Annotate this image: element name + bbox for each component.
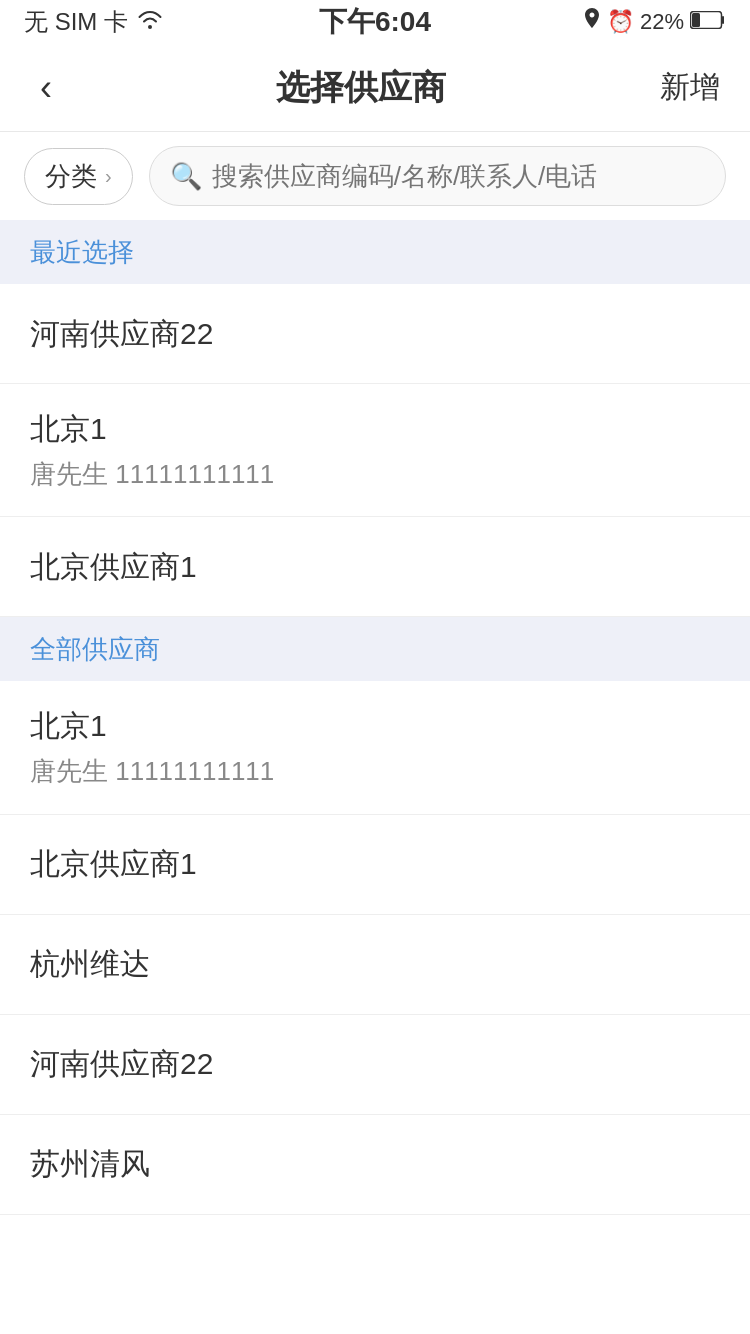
back-button[interactable]: ‹ [30, 57, 62, 119]
list-item[interactable]: 杭州维达 [0, 915, 750, 1015]
search-box[interactable]: 🔍 [149, 146, 726, 206]
recent-list: 河南供应商22 北京1 唐先生 11111111111 北京供应商1 [0, 284, 750, 617]
list-item[interactable]: 河南供应商22 [0, 284, 750, 384]
carrier-label: 无 SIM 卡 [24, 6, 128, 38]
filter-bar: 分类 › 🔍 [0, 132, 750, 220]
recent-section-header: 最近选择 [0, 220, 750, 284]
wifi-icon [136, 8, 164, 36]
nav-bar: ‹ 选择供应商 新增 [0, 44, 750, 132]
list-item[interactable]: 北京1 唐先生 11111111111 [0, 681, 750, 814]
all-list: 北京1 唐先生 11111111111 北京供应商1 杭州维达河南供应商22 苏州清风 [0, 681, 750, 1214]
item-name: 北京1 [30, 408, 720, 450]
list-item[interactable]: 河南供应商22 [0, 1015, 750, 1115]
item-sub: 唐先生 11111111111 [30, 456, 720, 492]
item-name: 北京1 [30, 705, 720, 747]
chevron-right-icon: › [105, 165, 112, 188]
category-label: 分类 [45, 159, 97, 194]
status-bar: 无 SIM 卡 下午6:04 ⏰ 22% [0, 0, 750, 44]
item-name: 北京供应商1 [30, 546, 720, 588]
all-section-label: 全部供应商 [30, 632, 160, 667]
search-input[interactable] [212, 161, 705, 192]
svg-rect-1 [692, 13, 700, 27]
item-name: 杭州维达 [30, 943, 720, 985]
location-icon [583, 8, 601, 36]
category-button[interactable]: 分类 › [24, 148, 133, 205]
item-sub: 唐先生 11111111111 [30, 753, 720, 789]
status-right: ⏰ 22% [583, 8, 726, 36]
item-name: 河南供应商22 [30, 313, 720, 355]
list-item[interactable]: 北京供应商1 [0, 815, 750, 915]
new-action-button[interactable]: 新增 [660, 67, 720, 108]
status-time: 下午6:04 [319, 3, 431, 41]
recent-section-label: 最近选择 [30, 235, 134, 270]
item-name: 河南供应商22 [30, 1043, 720, 1085]
item-name: 北京供应商1 [30, 843, 720, 885]
status-left: 无 SIM 卡 [24, 6, 164, 38]
list-item[interactable]: 苏州清风 [0, 1115, 750, 1215]
list-item[interactable]: 北京供应商1 [0, 517, 750, 617]
page-title: 选择供应商 [276, 65, 446, 111]
alarm-icon: ⏰ [607, 9, 634, 35]
battery-label: 22% [640, 9, 684, 35]
all-section-header: 全部供应商 [0, 617, 750, 681]
search-icon: 🔍 [170, 161, 202, 192]
list-item[interactable]: 北京1 唐先生 11111111111 [0, 384, 750, 517]
battery-icon [690, 9, 726, 35]
item-name: 苏州清风 [30, 1143, 720, 1185]
